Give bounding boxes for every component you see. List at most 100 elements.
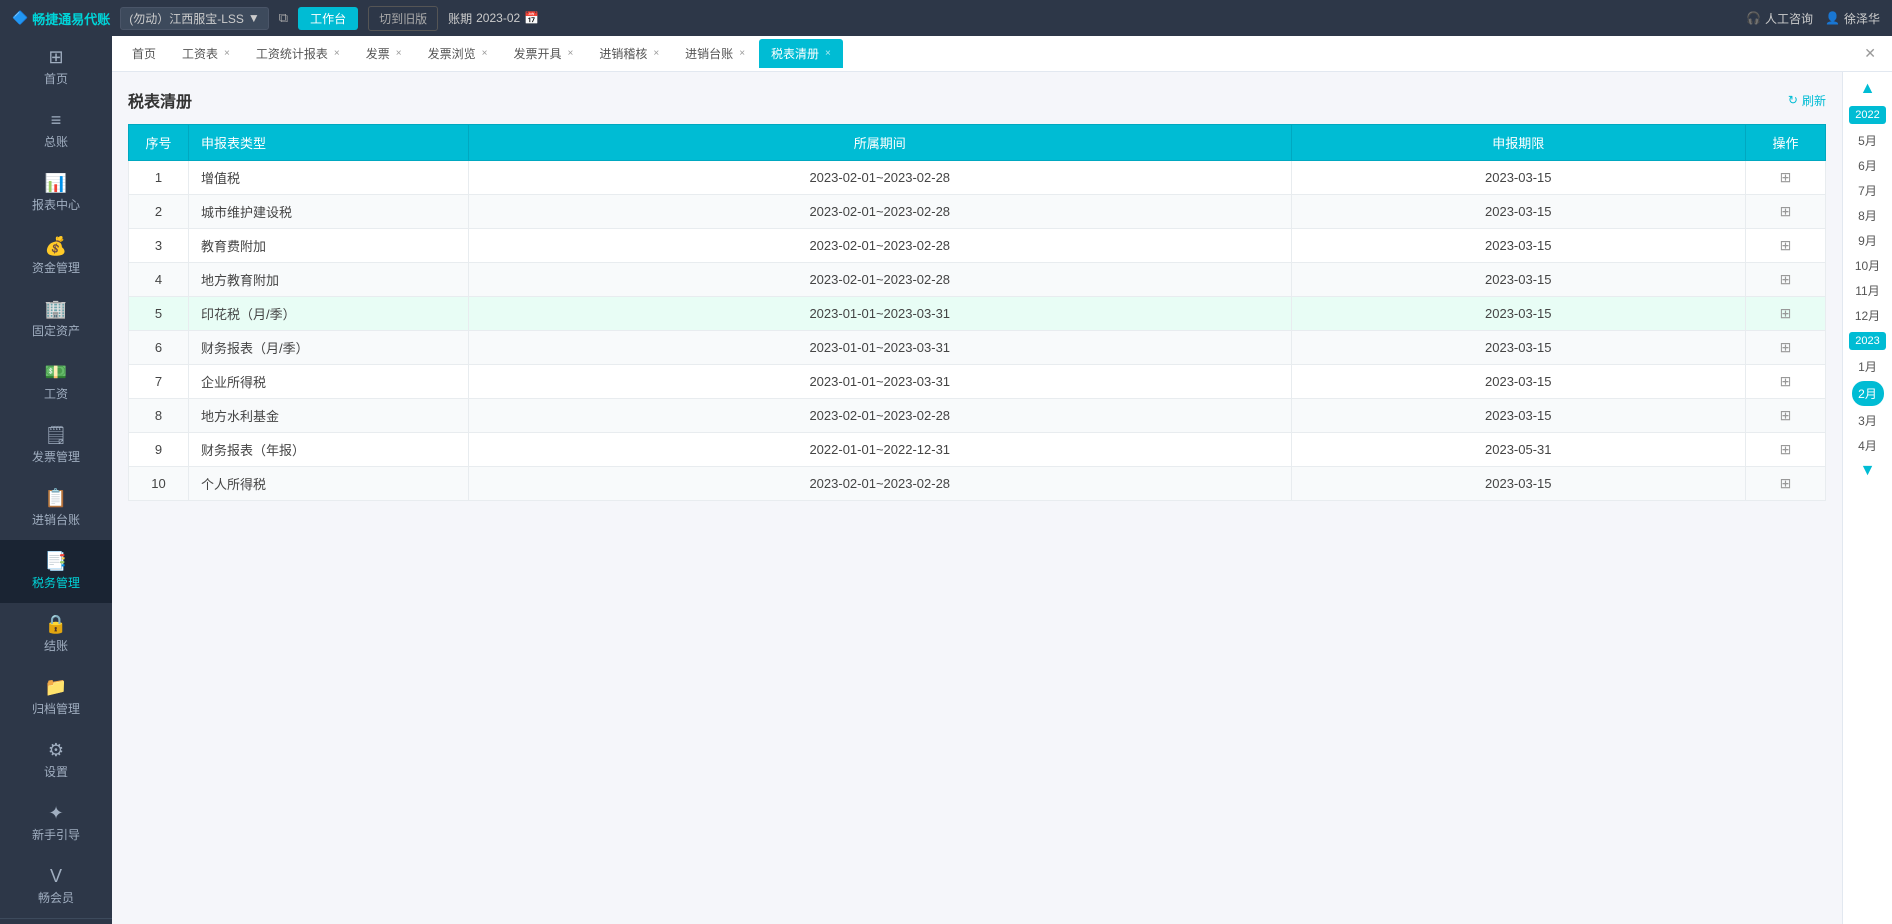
tab-invoice-browse[interactable]: 发票浏览 ×: [416, 39, 500, 68]
tab-salary-report[interactable]: 工资统计报表 ×: [244, 39, 352, 68]
cal-month-11[interactable]: 11月: [1843, 278, 1892, 303]
tab-salary[interactable]: 工资表 ×: [170, 39, 242, 68]
tab-salary-report-close[interactable]: ×: [334, 48, 340, 59]
user-profile-button[interactable]: 👤 徐泽华: [1825, 10, 1880, 27]
sidebar-item-purchase[interactable]: 📋 进销台账: [0, 477, 112, 540]
sidebar-item-reports[interactable]: 📊 报表中心: [0, 162, 112, 225]
tab-invoice-label: 发票: [366, 45, 390, 62]
cal-month-1[interactable]: 1月: [1843, 354, 1892, 379]
cal-month-2-active[interactable]: 2月: [1852, 381, 1884, 406]
tax-icon: 📑: [45, 552, 67, 570]
cal-month-10[interactable]: 10月: [1843, 253, 1892, 278]
col-header-no: 序号: [129, 125, 189, 161]
tab-tax-clear[interactable]: 税表清册 ×: [759, 39, 843, 68]
cal-month-12[interactable]: 12月: [1843, 303, 1892, 328]
sidebar-item-closing[interactable]: 🔒 结账: [0, 603, 112, 666]
tab-bar-close-all[interactable]: ✕: [1856, 41, 1884, 66]
tab-purchase-ledger[interactable]: 进销台账 ×: [673, 39, 757, 68]
copy-icon[interactable]: ⧉: [279, 10, 288, 26]
view-action-icon[interactable]: ⊞: [1780, 237, 1792, 253]
view-action-icon[interactable]: ⊞: [1780, 373, 1792, 389]
cell-type: 增值税: [189, 161, 469, 195]
cal-month-5[interactable]: 5月: [1843, 128, 1892, 153]
sidebar-item-invoice[interactable]: 🗒 发票管理: [0, 414, 112, 477]
sidebar-item-salary[interactable]: 💵 工资: [0, 351, 112, 414]
refresh-icon: ↻: [1788, 93, 1798, 107]
refresh-button[interactable]: ↻ 刷新: [1788, 92, 1826, 109]
user-service-button[interactable]: 🎧 人工咨询: [1746, 10, 1813, 27]
cal-month-8[interactable]: 8月: [1843, 203, 1892, 228]
page-header: 税表清册 ↻ 刷新: [128, 88, 1826, 112]
cell-no: 6: [129, 331, 189, 365]
cal-month-9[interactable]: 9月: [1843, 228, 1892, 253]
col-header-deadline: 申报期限: [1291, 125, 1746, 161]
cell-no: 8: [129, 399, 189, 433]
sidebar-item-settings[interactable]: ⚙ 设置: [0, 729, 112, 792]
company-selector[interactable]: (勿动）江西服宝-LSS ▼: [120, 7, 269, 30]
cell-no: 5: [129, 297, 189, 331]
view-action-icon[interactable]: ⊞: [1780, 475, 1792, 491]
table-row: 4 地方教育附加 2023-02-01~2023-02-28 2023-03-1…: [129, 263, 1826, 297]
home-icon: ⊞: [48, 48, 63, 66]
cell-deadline: 2023-03-15: [1291, 399, 1746, 433]
period-info: 账期 2023-02 📅: [448, 10, 539, 27]
tab-invoice-close[interactable]: ×: [396, 48, 402, 59]
tab-tax-clear-close[interactable]: ×: [825, 48, 831, 59]
tab-salary-label: 工资表: [182, 45, 218, 62]
app-logo: 🔷 畅捷通易代账: [12, 9, 110, 28]
tab-purchase-audit-close[interactable]: ×: [653, 48, 659, 59]
archive-icon: 📁: [45, 678, 67, 696]
cell-type: 教育费附加: [189, 229, 469, 263]
cell-deadline: 2023-03-15: [1291, 161, 1746, 195]
view-action-icon[interactable]: ⊞: [1780, 169, 1792, 185]
cal-nav-up[interactable]: ▲: [1856, 76, 1880, 102]
tab-invoice[interactable]: 发票 ×: [354, 39, 414, 68]
table-row: 8 地方水利基金 2023-02-01~2023-02-28 2023-03-1…: [129, 399, 1826, 433]
tab-salary-close[interactable]: ×: [224, 48, 230, 59]
view-action-icon[interactable]: ⊞: [1780, 271, 1792, 287]
service-label: 人工咨询: [1765, 10, 1813, 27]
sidebar-item-guide[interactable]: ✦ 新手引导: [0, 792, 112, 855]
cell-no: 2: [129, 195, 189, 229]
sidebar-item-funds[interactable]: 💰 资金管理: [0, 225, 112, 288]
tab-invoice-open-label: 发票开具: [513, 45, 561, 62]
cell-action: ⊞: [1746, 331, 1826, 365]
view-action-icon[interactable]: ⊞: [1780, 203, 1792, 219]
cell-period: 2023-02-01~2023-02-28: [469, 161, 1292, 195]
cal-nav-down[interactable]: ▼: [1856, 458, 1880, 484]
tab-purchase-ledger-close[interactable]: ×: [739, 48, 745, 59]
tab-invoice-open-close[interactable]: ×: [567, 48, 573, 59]
sidebar-item-home[interactable]: ⊞ 首页: [0, 36, 112, 99]
table-row: 3 教育费附加 2023-02-01~2023-02-28 2023-03-15…: [129, 229, 1826, 263]
sidebar-item-tax[interactable]: 📑 税务管理: [0, 540, 112, 603]
view-action-icon[interactable]: ⊞: [1780, 407, 1792, 423]
cell-period: 2023-02-01~2023-02-28: [469, 399, 1292, 433]
cal-month-6[interactable]: 6月: [1843, 153, 1892, 178]
tab-home[interactable]: 首页: [120, 39, 168, 68]
calendar-icon[interactable]: 📅: [524, 11, 539, 25]
workbench-button[interactable]: 工作台: [298, 7, 358, 30]
cal-month-7[interactable]: 7月: [1843, 178, 1892, 203]
sidebar-label-invoice: 发票管理: [32, 448, 80, 465]
tab-invoice-open[interactable]: 发票开具 ×: [501, 39, 585, 68]
sidebar-label-settings: 设置: [44, 763, 68, 780]
sidebar-item-ledger[interactable]: ≡ 总账: [0, 99, 112, 162]
sidebar-unpin-button[interactable]: ⊿ 取消固定: [0, 918, 112, 924]
cal-year-2023[interactable]: 2023: [1849, 332, 1885, 350]
cal-month-4[interactable]: 4月: [1843, 433, 1892, 458]
app-name: 畅捷通易代账: [32, 9, 110, 28]
cal-year-2022[interactable]: 2022: [1849, 106, 1885, 124]
cal-month-3[interactable]: 3月: [1843, 408, 1892, 433]
sidebar-item-member[interactable]: V 畅会员: [0, 855, 112, 918]
cell-type: 地方水利基金: [189, 399, 469, 433]
tab-purchase-audit[interactable]: 进销稽核 ×: [587, 39, 671, 68]
old-version-button[interactable]: 切到旧版: [368, 6, 438, 31]
sidebar-label-salary: 工资: [44, 385, 68, 402]
view-action-icon[interactable]: ⊞: [1780, 339, 1792, 355]
table-row: 6 财务报表（月/季） 2023-01-01~2023-03-31 2023-0…: [129, 331, 1826, 365]
view-action-icon[interactable]: ⊞: [1780, 441, 1792, 457]
sidebar-item-archive[interactable]: 📁 归档管理: [0, 666, 112, 729]
view-action-icon[interactable]: ⊞: [1780, 305, 1792, 321]
tab-invoice-browse-close[interactable]: ×: [482, 48, 488, 59]
sidebar-item-assets[interactable]: 🏢 固定资产: [0, 288, 112, 351]
